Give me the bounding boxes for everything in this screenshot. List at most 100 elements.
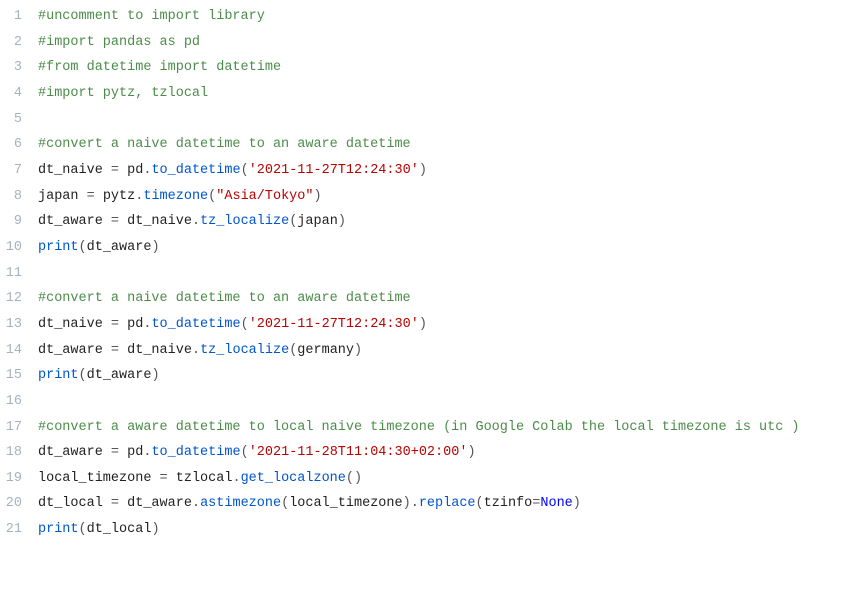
token: japan [297,214,338,229]
token: print [38,368,79,383]
line-number: 3 [0,55,38,81]
token: ( [241,445,249,460]
token: ( [241,163,249,178]
code-line[interactable]: 4#import pytz, tzlocal [0,81,865,107]
token: tzlocal [168,471,233,486]
line-number: 13 [0,312,38,338]
token: = [111,214,119,229]
code-content[interactable] [38,107,865,133]
code-content[interactable]: dt_naive = pd.to_datetime('2021-11-27T12… [38,312,865,338]
code-line[interactable]: 3#from datetime import datetime [0,55,865,81]
code-line[interactable]: 8japan = pytz.timezone("Asia/Tokyo") [0,184,865,210]
code-line[interactable]: 2#import pandas as pd [0,30,865,56]
token: dt_naive [38,163,111,178]
code-line[interactable]: 10print(dt_aware) [0,235,865,261]
token: = [111,317,119,332]
token: pytz [95,189,136,204]
line-number: 7 [0,158,38,184]
token: ( [241,317,249,332]
code-content[interactable]: local_timezone = tzlocal.get_localzone() [38,466,865,492]
code-line[interactable]: 12#convert a naive datetime to an aware … [0,286,865,312]
token: ) [313,189,321,204]
code-line[interactable]: 16 [0,389,865,415]
token: to_datetime [151,445,240,460]
code-content[interactable] [38,389,865,415]
token: pd [119,445,143,460]
token: ) [467,445,475,460]
token: #convert a naive datetime to an aware da… [38,291,411,306]
code-line[interactable]: 15print(dt_aware) [0,363,865,389]
token: = [111,496,119,511]
code-line[interactable]: 18dt_aware = pd.to_datetime('2021-11-28T… [0,440,865,466]
code-content[interactable]: dt_aware = pd.to_datetime('2021-11-28T11… [38,440,865,466]
token: . [411,496,419,511]
token: . [232,471,240,486]
token: . [192,496,200,511]
line-number: 16 [0,389,38,415]
token: local_timezone [38,471,160,486]
token: dt_naive [38,317,111,332]
token: local_timezone [289,496,402,511]
code-content[interactable] [38,261,865,287]
token: #from datetime import datetime [38,60,281,75]
code-content[interactable]: dt_aware = dt_naive.tz_localize(germany) [38,338,865,364]
token: replace [419,496,476,511]
code-line[interactable]: 1#uncomment to import library [0,4,865,30]
line-number: 18 [0,440,38,466]
token: () [346,471,362,486]
line-number: 9 [0,209,38,235]
code-line[interactable]: 13dt_naive = pd.to_datetime('2021-11-27T… [0,312,865,338]
code-content[interactable]: #convert a naive datetime to an aware da… [38,132,865,158]
token: dt_local [87,522,152,537]
token: tz_localize [200,214,289,229]
code-content[interactable]: #import pandas as pd [38,30,865,56]
code-content[interactable]: #convert a aware datetime to local naive… [38,415,865,441]
code-content[interactable]: dt_local = dt_aware.astimezone(local_tim… [38,491,865,517]
code-content[interactable]: #uncomment to import library [38,4,865,30]
code-editor[interactable]: 1#uncomment to import library2#import pa… [0,4,865,543]
token: ) [338,214,346,229]
token: japan [38,189,87,204]
code-line[interactable]: 20dt_local = dt_aware.astimezone(local_t… [0,491,865,517]
code-content[interactable]: japan = pytz.timezone("Asia/Tokyo") [38,184,865,210]
code-content[interactable]: print(dt_aware) [38,363,865,389]
line-number: 6 [0,132,38,158]
token: = [160,471,168,486]
code-content[interactable]: dt_naive = pd.to_datetime('2021-11-27T12… [38,158,865,184]
code-line[interactable]: 19local_timezone = tzlocal.get_localzone… [0,466,865,492]
token: = [111,163,119,178]
token: ( [281,496,289,511]
token: ( [79,368,87,383]
code-line[interactable]: 11 [0,261,865,287]
code-content[interactable]: print(dt_local) [38,517,865,543]
code-content[interactable]: print(dt_aware) [38,235,865,261]
code-line[interactable]: 5 [0,107,865,133]
code-content[interactable]: #from datetime import datetime [38,55,865,81]
code-content[interactable]: dt_aware = dt_naive.tz_localize(japan) [38,209,865,235]
line-number: 5 [0,107,38,133]
token: '2021-11-27T12:24:30' [249,317,419,332]
token: ( [79,522,87,537]
line-number: 12 [0,286,38,312]
token: dt_aware [87,368,152,383]
token: pd [119,317,143,332]
code-line[interactable]: 9dt_aware = dt_naive.tz_localize(japan) [0,209,865,235]
token: ( [476,496,484,511]
token: to_datetime [151,163,240,178]
token: '2021-11-28T11:04:30+02:00' [249,445,468,460]
token: #import pandas as pd [38,35,200,50]
token: timezone [143,189,208,204]
token: dt_aware [38,343,111,358]
token: astimezone [200,496,281,511]
code-line[interactable]: 7dt_naive = pd.to_datetime('2021-11-27T1… [0,158,865,184]
code-line[interactable]: 17#convert a aware datetime to local nai… [0,415,865,441]
line-number: 20 [0,491,38,517]
code-content[interactable]: #convert a naive datetime to an aware da… [38,286,865,312]
code-line[interactable]: 6#convert a naive datetime to an aware d… [0,132,865,158]
line-number: 11 [0,261,38,287]
code-line[interactable]: 14dt_aware = dt_naive.tz_localize(german… [0,338,865,364]
code-line[interactable]: 21print(dt_local) [0,517,865,543]
line-number: 17 [0,415,38,441]
code-content[interactable]: #import pytz, tzlocal [38,81,865,107]
token: #import pytz, tzlocal [38,86,208,101]
